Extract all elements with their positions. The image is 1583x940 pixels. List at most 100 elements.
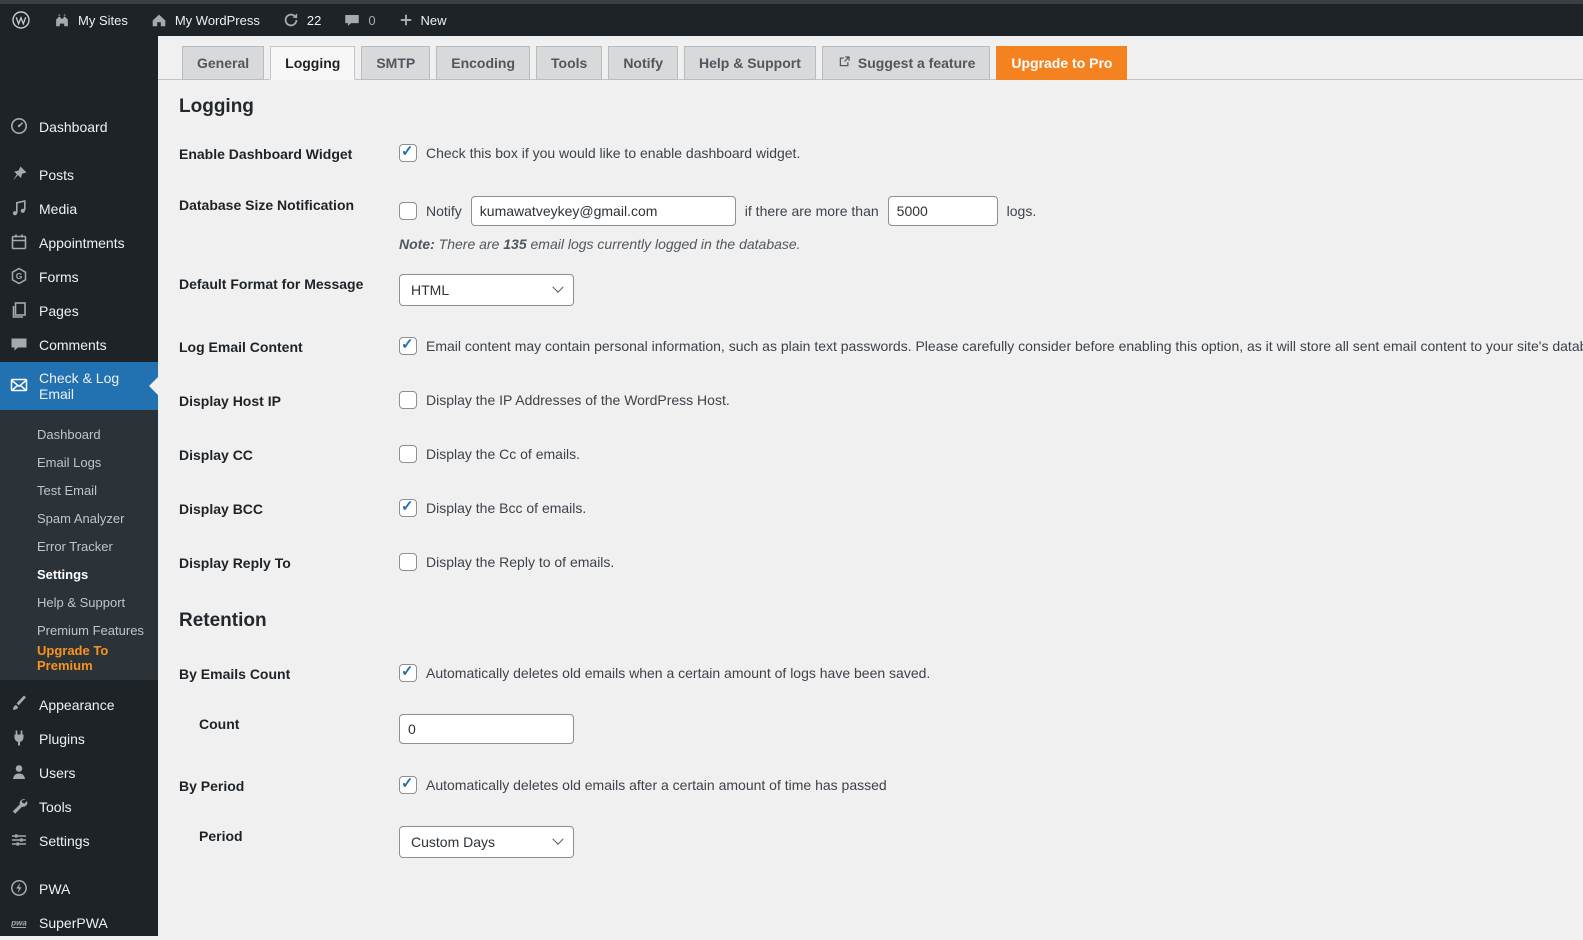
tab-upgrade-to-pro[interactable]: Upgrade to Pro	[996, 46, 1128, 80]
notification-email-input[interactable]	[470, 196, 736, 226]
comment-count: 0	[368, 12, 376, 28]
field-label: Default Format for Message	[179, 276, 364, 292]
settings-tabs: General Logging SMTP Encoding Tools Noti…	[158, 36, 1583, 80]
submenu-item-help-support[interactable]: Help & Support	[0, 588, 158, 616]
updates-menu[interactable]: 22	[271, 4, 332, 36]
comment-icon	[9, 334, 29, 357]
wp-logo-button[interactable]	[0, 4, 42, 36]
submenu-item-settings[interactable]: Settings	[0, 560, 158, 588]
section-title-retention: Retention	[179, 610, 267, 631]
sidebar-item-pages[interactable]: Pages	[0, 294, 158, 328]
row-by-emails-count: By Emails Count Automatically deletes ol…	[179, 662, 1583, 682]
logging-settings-form: Logging Enable Dashboard Widget Check th…	[158, 96, 1583, 858]
checkbox-description: Automatically deletes old emails when a …	[426, 665, 931, 681]
submenu-item-error-tracker[interactable]: Error Tracker	[0, 532, 158, 560]
calendar-icon	[9, 232, 29, 255]
submenu-item-email-logs[interactable]: Email Logs	[0, 448, 158, 476]
sidebar-item-label: Settings	[39, 833, 90, 849]
tab-suggest-a-feature[interactable]: Suggest a feature	[821, 46, 991, 80]
sidebar-item-media[interactable]: Media	[0, 192, 158, 226]
tab-label: Suggest a feature	[857, 55, 976, 71]
sidebar-item-forms[interactable]: G Forms	[0, 260, 158, 294]
site-name-menu[interactable]: My WordPress	[139, 4, 271, 36]
wrench-icon	[9, 796, 29, 819]
pages-icon	[9, 300, 29, 323]
sidebar-item-superpwa[interactable]: pwa SuperPWA	[0, 906, 158, 940]
display-reply-to-checkbox[interactable]	[399, 553, 417, 571]
sidebar-item-settings[interactable]: Settings	[0, 824, 158, 858]
brush-icon	[9, 694, 29, 717]
row-count: Count	[179, 714, 1583, 744]
by-period-checkbox[interactable]	[399, 774, 417, 794]
checkbox-description: Display the IP Addresses of the WordPres…	[426, 392, 730, 408]
submenu-item-premium-features[interactable]: Premium Features	[0, 616, 158, 644]
sidebar-item-label: Posts	[39, 167, 75, 183]
default-format-select[interactable]: HTML	[399, 274, 574, 306]
selected-value: Custom Days	[411, 834, 496, 850]
sidebar-item-plugins[interactable]: Plugins	[0, 722, 158, 756]
sidebar-item-tools[interactable]: Tools	[0, 790, 158, 824]
display-host-ip-checkbox[interactable]	[399, 391, 417, 409]
field-label: Display Reply To	[179, 555, 291, 571]
admin-sidebar: Dashboard Posts Media Appointments G For…	[0, 36, 158, 936]
notify-label: Notify	[426, 203, 462, 219]
sidebar-item-check-log-email[interactable]: Check & Log Email	[0, 362, 158, 410]
submenu-item-spam-analyzer[interactable]: Spam Analyzer	[0, 504, 158, 532]
row-log-email-content: Log Email Content Email content may cont…	[179, 337, 1583, 355]
media-icon	[9, 198, 29, 221]
count-input[interactable]	[399, 714, 574, 744]
row-display-host-ip: Display Host IP Display the IP Addresses…	[179, 391, 1583, 409]
tab-general[interactable]: General	[182, 46, 265, 80]
period-select[interactable]: Custom Days	[399, 826, 574, 858]
comments-menu[interactable]: 0	[332, 4, 386, 36]
sidebar-item-label: Pages	[39, 303, 79, 319]
by-emails-count-checkbox[interactable]	[399, 662, 417, 682]
sidebar-item-appointments[interactable]: Appointments	[0, 226, 158, 260]
wordpress-logo-icon	[11, 10, 31, 30]
field-label: By Period	[179, 778, 245, 794]
display-cc-checkbox[interactable]	[399, 445, 417, 463]
admin-bar: My Sites My WordPress 22 0 New	[0, 4, 1583, 36]
sidebar-item-users[interactable]: Users	[0, 756, 158, 790]
sidebar-item-label: SuperPWA	[39, 915, 108, 931]
field-label: Enable Dashboard Widget	[179, 146, 353, 162]
field-label: Count	[199, 716, 240, 732]
plug-icon	[9, 728, 29, 751]
tab-tools[interactable]: Tools	[536, 46, 603, 80]
enable-dashboard-widget-checkbox[interactable]	[399, 142, 417, 162]
gauge-icon	[9, 116, 29, 139]
sidebar-item-pwa[interactable]: PWA	[0, 872, 158, 906]
tab-encoding[interactable]: Encoding	[436, 46, 531, 80]
tab-help-support[interactable]: Help & Support	[683, 46, 816, 80]
submenu-item-dashboard[interactable]: Dashboard	[0, 420, 158, 448]
sidebar-item-label: Dashboard	[39, 119, 108, 135]
sidebar-item-comments[interactable]: Comments	[0, 328, 158, 362]
superpwa-icon: pwa	[9, 912, 29, 935]
log-threshold-input[interactable]	[887, 196, 998, 226]
my-sites-menu[interactable]: My Sites	[42, 4, 139, 36]
checkbox-description: Display the Cc of emails.	[426, 446, 581, 462]
display-bcc-checkbox[interactable]	[399, 497, 417, 517]
site-name-label: My WordPress	[174, 12, 260, 28]
new-content-menu[interactable]: New	[387, 4, 458, 36]
plus-icon	[398, 12, 414, 28]
new-label: New	[420, 12, 447, 28]
sidebar-item-appearance[interactable]: Appearance	[0, 688, 158, 722]
chevron-down-icon	[552, 833, 564, 845]
field-label: Display Host IP	[179, 393, 281, 409]
tab-smtp[interactable]: SMTP	[361, 46, 431, 80]
sidebar-item-label: Media	[39, 201, 78, 217]
log-email-content-checkbox[interactable]	[399, 337, 417, 355]
checkbox-description: Automatically deletes old emails after a…	[426, 777, 887, 793]
chevron-down-icon	[552, 281, 564, 293]
database-size-notification-checkbox[interactable]	[399, 202, 417, 220]
logs-suffix: logs.	[1006, 203, 1037, 219]
submenu-item-upgrade-to-premium[interactable]: Upgrade To Premium	[0, 643, 158, 673]
check-log-email-submenu: Dashboard Email Logs Test Email Spam Ana…	[0, 410, 158, 680]
submenu-item-test-email[interactable]: Test Email	[0, 476, 158, 504]
sidebar-item-dashboard[interactable]: Dashboard	[0, 110, 158, 144]
tab-notify[interactable]: Notify	[608, 46, 678, 80]
tab-logging[interactable]: Logging	[270, 46, 356, 80]
sidebar-item-posts[interactable]: Posts	[0, 158, 158, 192]
field-label: Log Email Content	[179, 339, 303, 355]
